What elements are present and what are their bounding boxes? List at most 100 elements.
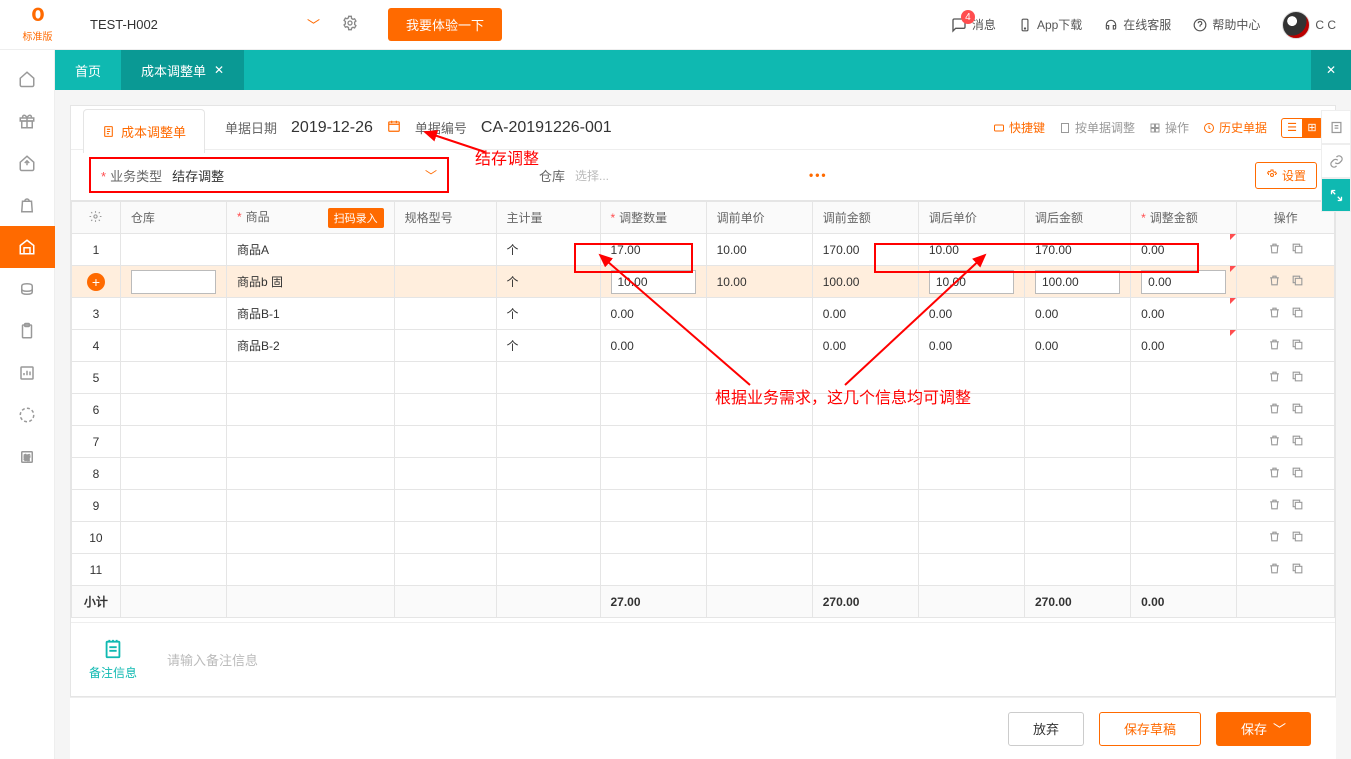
tabbar: 首页 成本调整单 ✕ ✕	[55, 50, 1351, 90]
copy-icon[interactable]	[1291, 562, 1304, 578]
close-icon[interactable]: ✕	[214, 63, 224, 77]
warehouse-input[interactable]	[131, 270, 216, 294]
doc-no-label: 单据编号	[415, 118, 467, 137]
table-row[interactable]: 4商品B-2个0.000.000.000.000.00	[72, 330, 1335, 362]
shortcut-button[interactable]: 快捷键	[993, 119, 1045, 136]
note-icon[interactable]	[1321, 110, 1351, 144]
copy-icon[interactable]	[1291, 242, 1304, 258]
delete-icon[interactable]	[1268, 434, 1281, 450]
table-row[interactable]: 9	[72, 490, 1335, 522]
notes-input[interactable]: 请输入备注信息	[167, 650, 1317, 669]
nav-gift-icon[interactable]	[0, 100, 55, 142]
customer-service-button[interactable]: 在线客服	[1104, 16, 1171, 33]
copy-icon[interactable]	[1291, 498, 1304, 514]
tab-cost-adjust[interactable]: 成本调整单 ✕	[121, 50, 244, 90]
copy-icon[interactable]	[1291, 306, 1304, 322]
copy-icon[interactable]	[1291, 402, 1304, 418]
subtotal-row: 小计 27.00 270.00 270.00 0.00	[72, 586, 1335, 618]
table-header: 仓库 *商品扫码录入 规格型号 主计量 *调整数量 调前单价 调前金额 调后单价…	[72, 202, 1335, 234]
footer: 放弃 保存草稿 保存﹀	[70, 697, 1336, 759]
table-row[interactable]: 1商品A个17.0010.00170.0010.00170.000.00	[72, 234, 1335, 266]
app-download-button[interactable]: App下载	[1018, 16, 1082, 33]
post-amt-input[interactable]: 100.00	[1035, 270, 1120, 294]
delete-icon[interactable]	[1268, 562, 1281, 578]
try-button[interactable]: 我要体验一下	[388, 8, 502, 41]
table-row[interactable]: 8	[72, 458, 1335, 490]
delete-icon[interactable]	[1268, 498, 1281, 514]
save-draft-button[interactable]: 保存草稿	[1099, 712, 1201, 746]
col-settings[interactable]	[72, 202, 121, 234]
operate-button[interactable]: 操作	[1149, 119, 1189, 136]
business-type-select[interactable]: *业务类型 结存调整 ﹀	[89, 157, 449, 193]
messages-button[interactable]: 4 消息	[951, 16, 996, 33]
avatar	[1282, 11, 1310, 39]
table-row[interactable]: 11	[72, 554, 1335, 586]
delete-icon[interactable]	[1268, 402, 1281, 418]
delete-icon[interactable]	[1268, 274, 1281, 290]
nav-report-icon[interactable]	[0, 352, 55, 394]
grid-view-icon[interactable]: ⊞	[1302, 119, 1322, 137]
post-price-input[interactable]: 10.00	[929, 270, 1014, 294]
org-select[interactable]: TEST-H002 ﹀	[80, 11, 330, 39]
history-button[interactable]: 历史单据	[1203, 119, 1267, 136]
copy-icon[interactable]	[1291, 466, 1304, 482]
table-row[interactable]: 5	[72, 362, 1335, 394]
data-table: 仓库 *商品扫码录入 规格型号 主计量 *调整数量 调前单价 调前金额 调后单价…	[71, 200, 1335, 622]
delete-icon[interactable]	[1268, 530, 1281, 546]
svg-text:新: 新	[24, 454, 30, 462]
delete-icon[interactable]	[1268, 242, 1281, 258]
table-row[interactable]: 3商品B-1个0.000.000.000.000.00	[72, 298, 1335, 330]
link-icon[interactable]	[1321, 144, 1351, 178]
tab-home[interactable]: 首页	[55, 50, 121, 90]
chevron-down-icon: ﹀	[307, 15, 320, 34]
gear-icon[interactable]	[342, 15, 358, 34]
delete-icon[interactable]	[1268, 370, 1281, 386]
chevron-down-icon: ﹀	[1273, 719, 1286, 738]
settings-button[interactable]: 设置	[1255, 162, 1317, 189]
list-view-icon[interactable]: ☰	[1282, 119, 1302, 137]
delete-icon[interactable]	[1268, 306, 1281, 322]
view-toggle[interactable]: ☰ ⊞	[1281, 118, 1323, 138]
help-button[interactable]: 帮助中心	[1193, 16, 1260, 33]
table-row[interactable]: +商品b 固个10.0010.00100.0010.00100.000.00	[72, 266, 1335, 298]
right-rail	[1321, 110, 1351, 212]
calendar-icon[interactable]	[387, 119, 401, 136]
table-row[interactable]: 10	[72, 522, 1335, 554]
more-icon[interactable]: •••	[809, 168, 828, 182]
message-badge: 4	[961, 10, 975, 24]
copy-icon[interactable]	[1291, 370, 1304, 386]
nav-new-icon[interactable]: 新	[0, 436, 55, 478]
discard-button[interactable]: 放弃	[1008, 712, 1084, 746]
expand-icon[interactable]	[1321, 178, 1351, 212]
nav-home-icon[interactable]	[0, 58, 55, 100]
scan-button[interactable]: 扫码录入	[328, 208, 384, 228]
nav-upload-icon[interactable]	[0, 142, 55, 184]
save-button[interactable]: 保存﹀	[1216, 712, 1311, 746]
nav-clipboard-icon[interactable]	[0, 310, 55, 352]
add-row-icon[interactable]: +	[87, 273, 105, 291]
chevron-down-icon: ﹀	[425, 167, 437, 184]
nav-bag-icon[interactable]	[0, 184, 55, 226]
copy-icon[interactable]	[1291, 274, 1304, 290]
table-row[interactable]: 7	[72, 426, 1335, 458]
copy-icon[interactable]	[1291, 530, 1304, 546]
doc-tab[interactable]: 成本调整单	[83, 109, 205, 153]
table-row[interactable]: 6	[72, 394, 1335, 426]
nav-warehouse-icon[interactable]	[0, 226, 55, 268]
copy-icon[interactable]	[1291, 338, 1304, 354]
delete-icon[interactable]	[1268, 466, 1281, 482]
qty-input[interactable]: 10.00	[611, 270, 696, 294]
document-bar: 成本调整单 单据日期 2019-12-26 单据编号 CA-20191226-0…	[71, 106, 1335, 150]
date-label: 单据日期	[225, 118, 277, 137]
copy-icon[interactable]	[1291, 434, 1304, 450]
nav-sync-icon[interactable]	[0, 394, 55, 436]
adj-input[interactable]: 0.00	[1141, 270, 1226, 294]
delete-icon[interactable]	[1268, 338, 1281, 354]
close-all-icon[interactable]: ✕	[1311, 50, 1351, 90]
filters-row: *业务类型 结存调整 ﹀ 仓库 选择... •••	[71, 150, 1335, 200]
by-doc-button[interactable]: 按单据调整	[1059, 119, 1135, 136]
date-value[interactable]: 2019-12-26	[291, 119, 373, 137]
warehouse-select[interactable]: 仓库 选择...	[539, 159, 609, 191]
nav-money-icon[interactable]	[0, 268, 55, 310]
user-menu[interactable]: C C	[1282, 11, 1336, 39]
